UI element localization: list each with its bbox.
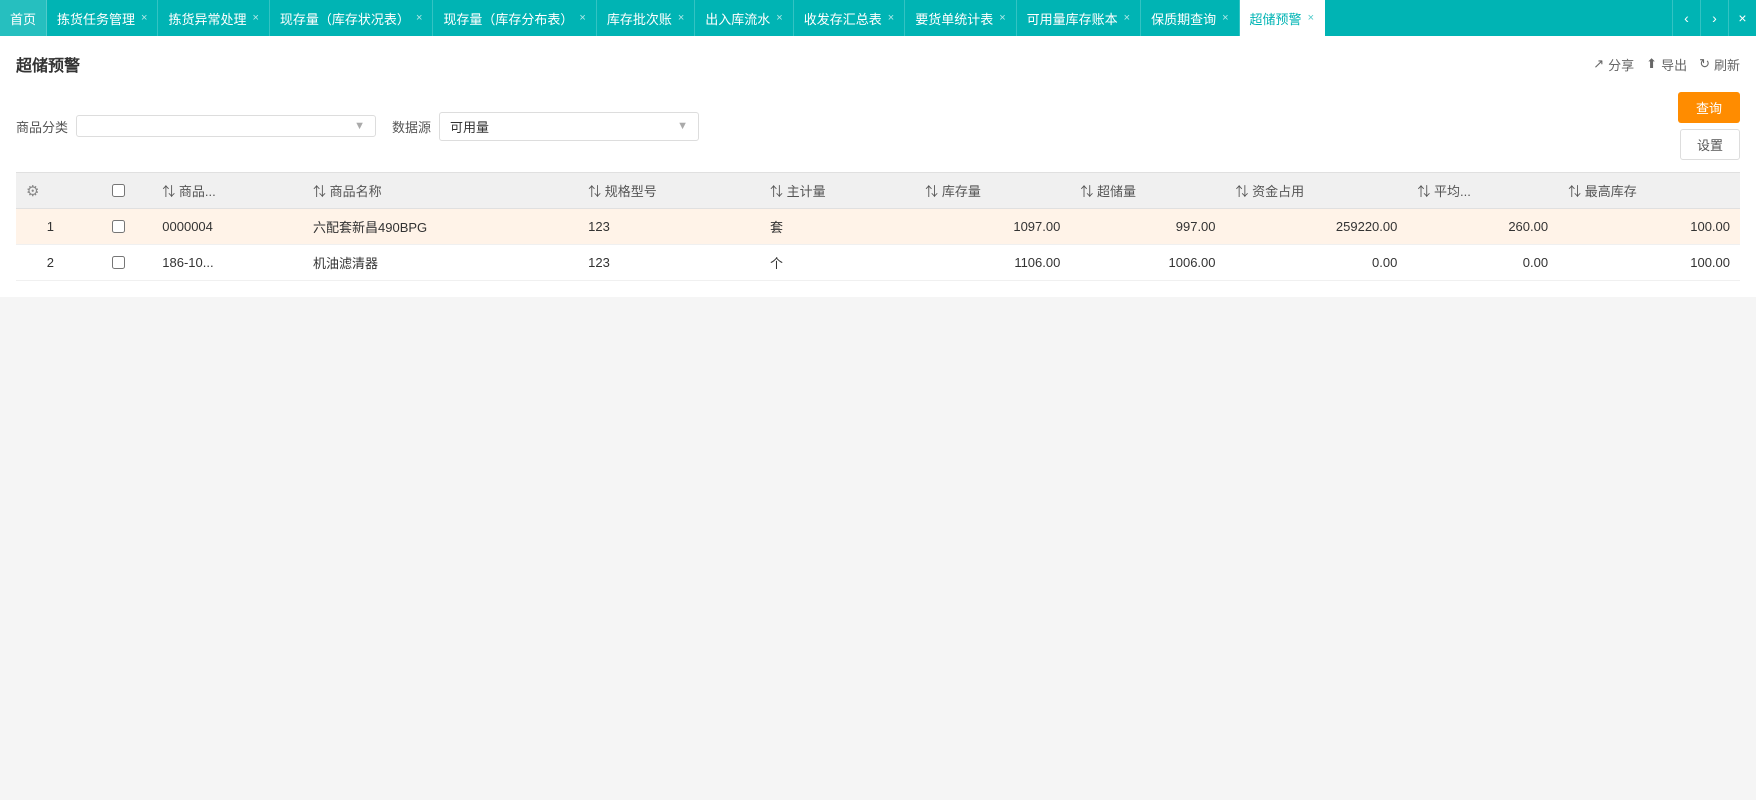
- close-batch-account-icon[interactable]: ×: [678, 12, 684, 24]
- row-checkbox-1[interactable]: [85, 209, 153, 245]
- row-capital-1: 259220.00: [1226, 209, 1408, 245]
- row-overstock-2: 1006.00: [1070, 245, 1225, 281]
- nav-item-picking-task[interactable]: 拣货任务管理 ×: [47, 0, 158, 36]
- category-label: 商品分类: [16, 117, 68, 136]
- settings-button[interactable]: 设置: [1680, 129, 1740, 160]
- datasource-chevron-icon: ▼: [677, 120, 688, 132]
- select-all-checkbox[interactable]: [112, 184, 125, 197]
- page-actions: 分享 导出 刷新: [1593, 55, 1740, 74]
- row-sku-name-1: 六配套新昌490BPG: [303, 209, 578, 245]
- th-spec[interactable]: ⇅ 规格型号: [578, 173, 760, 209]
- row-overstock-1: 997.00: [1070, 209, 1225, 245]
- th-sku-code[interactable]: ⇅ 商品...: [152, 173, 303, 209]
- close-summary-icon[interactable]: ×: [888, 12, 894, 24]
- row-capital-2: 0.00: [1226, 245, 1408, 281]
- row-max-stock-1: 100.00: [1558, 209, 1740, 245]
- nav-next-button[interactable]: ›: [1700, 0, 1728, 36]
- export-button[interactable]: 导出: [1646, 55, 1687, 74]
- nav-close-button[interactable]: ×: [1728, 0, 1756, 36]
- refresh-button[interactable]: 刷新: [1699, 55, 1740, 74]
- nav-arrows: ‹ › ×: [1672, 0, 1756, 36]
- nav-prev-button[interactable]: ‹: [1672, 0, 1700, 36]
- row-stock-2: 1106.00: [915, 245, 1070, 281]
- row-index-2: 2: [16, 245, 85, 281]
- close-picking-exception-icon[interactable]: ×: [252, 12, 258, 24]
- page-title: 超储预警: [16, 52, 80, 76]
- th-stock[interactable]: ⇅ 库存量: [915, 173, 1070, 209]
- filter-row: 商品分类 ▼ 数据源 可用量 ▼ 查询 设置: [16, 92, 1740, 160]
- row-index-1: 1: [16, 209, 85, 245]
- share-icon: [1593, 56, 1604, 72]
- row-select-checkbox-2[interactable]: [112, 256, 125, 269]
- category-filter-group: 商品分类 ▼: [16, 115, 376, 137]
- nav-item-summary[interactable]: 收发存汇总表 ×: [794, 0, 905, 36]
- page-title-row: 超储预警 分享 导出 刷新: [16, 52, 1740, 76]
- close-available-stock-icon[interactable]: ×: [1124, 12, 1130, 24]
- nav-item-picking-exception[interactable]: 拣货异常处理 ×: [158, 0, 269, 36]
- refresh-icon: [1699, 56, 1710, 72]
- row-checkbox-2[interactable]: [85, 245, 153, 281]
- close-inout-flow-icon[interactable]: ×: [776, 12, 782, 24]
- row-spec-2: 123: [578, 245, 760, 281]
- row-spec-1: 123: [578, 209, 760, 245]
- row-select-checkbox-1[interactable]: [112, 220, 125, 233]
- nav-item-requisition[interactable]: 要货单统计表 ×: [905, 0, 1016, 36]
- datasource-select[interactable]: 可用量 ▼: [439, 112, 699, 141]
- nav-item-available-stock[interactable]: 可用量库存账本 ×: [1017, 0, 1141, 36]
- row-sku-name-2: 机油滤清器: [303, 245, 578, 281]
- nav-item-inout-flow[interactable]: 出入库流水 ×: [695, 0, 793, 36]
- table-row: 2 186-10... 机油滤清器 123 个 1106.00 1006.00 …: [16, 245, 1740, 281]
- th-capital[interactable]: ⇅ 资金占用: [1226, 173, 1408, 209]
- datasource-filter-group: 数据源 可用量 ▼: [392, 112, 699, 141]
- nav-item-batch-account[interactable]: 库存批次账 ×: [597, 0, 695, 36]
- th-gear[interactable]: ⚙: [16, 173, 85, 209]
- close-stock-distribution-icon[interactable]: ×: [579, 12, 585, 24]
- table-row: 1 0000004 六配套新昌490BPG 123 套 1097.00 997.…: [16, 209, 1740, 245]
- nav-item-stock-distribution[interactable]: 现存量（库存分布表） ×: [433, 0, 596, 36]
- row-unit-2: 个: [760, 245, 915, 281]
- row-avg-1: 260.00: [1407, 209, 1558, 245]
- export-icon: [1646, 56, 1657, 72]
- datasource-label: 数据源: [392, 117, 431, 136]
- data-table: ⚙ ⇅ 商品... ⇅ 商品名称 ⇅ 规格型号: [16, 172, 1740, 281]
- row-avg-2: 0.00: [1407, 245, 1558, 281]
- row-max-stock-2: 100.00: [1558, 245, 1740, 281]
- th-overstock[interactable]: ⇅ 超储量: [1070, 173, 1225, 209]
- nav-item-overstock[interactable]: 超储预警 ×: [1240, 0, 1325, 36]
- row-stock-1: 1097.00: [915, 209, 1070, 245]
- close-requisition-icon[interactable]: ×: [999, 12, 1005, 24]
- nav-item-home[interactable]: 首页: [0, 0, 47, 36]
- th-max-stock[interactable]: ⇅ 最高库存: [1558, 173, 1740, 209]
- query-button[interactable]: 查询: [1678, 92, 1740, 123]
- row-sku-code-1: 0000004: [152, 209, 303, 245]
- row-sku-code-2: 186-10...: [152, 245, 303, 281]
- table-header-row: ⚙ ⇅ 商品... ⇅ 商品名称 ⇅ 规格型号: [16, 173, 1740, 209]
- close-expiry-icon[interactable]: ×: [1222, 12, 1228, 24]
- gear-icon[interactable]: ⚙: [26, 183, 39, 200]
- th-sku-name[interactable]: ⇅ 商品名称: [303, 173, 578, 209]
- datasource-value: 可用量: [450, 117, 489, 136]
- nav-item-stock-status[interactable]: 现存量（库存状况表） ×: [270, 0, 433, 36]
- th-unit[interactable]: ⇅ 主计量: [760, 173, 915, 209]
- th-avg[interactable]: ⇅ 平均...: [1407, 173, 1558, 209]
- row-unit-1: 套: [760, 209, 915, 245]
- top-navigation: 首页 拣货任务管理 × 拣货异常处理 × 现存量（库存状况表） × 现存量（库存…: [0, 0, 1756, 36]
- category-chevron-icon: ▼: [354, 120, 365, 132]
- share-button[interactable]: 分享: [1593, 55, 1634, 74]
- close-overstock-icon[interactable]: ×: [1308, 12, 1314, 24]
- close-stock-status-icon[interactable]: ×: [416, 12, 422, 24]
- page-content: 超储预警 分享 导出 刷新 商品分类 ▼ 数据源: [0, 36, 1756, 297]
- category-select[interactable]: ▼: [76, 115, 376, 137]
- close-picking-task-icon[interactable]: ×: [141, 12, 147, 24]
- nav-item-expiry[interactable]: 保质期查询 ×: [1141, 0, 1239, 36]
- th-checkbox[interactable]: [85, 173, 153, 209]
